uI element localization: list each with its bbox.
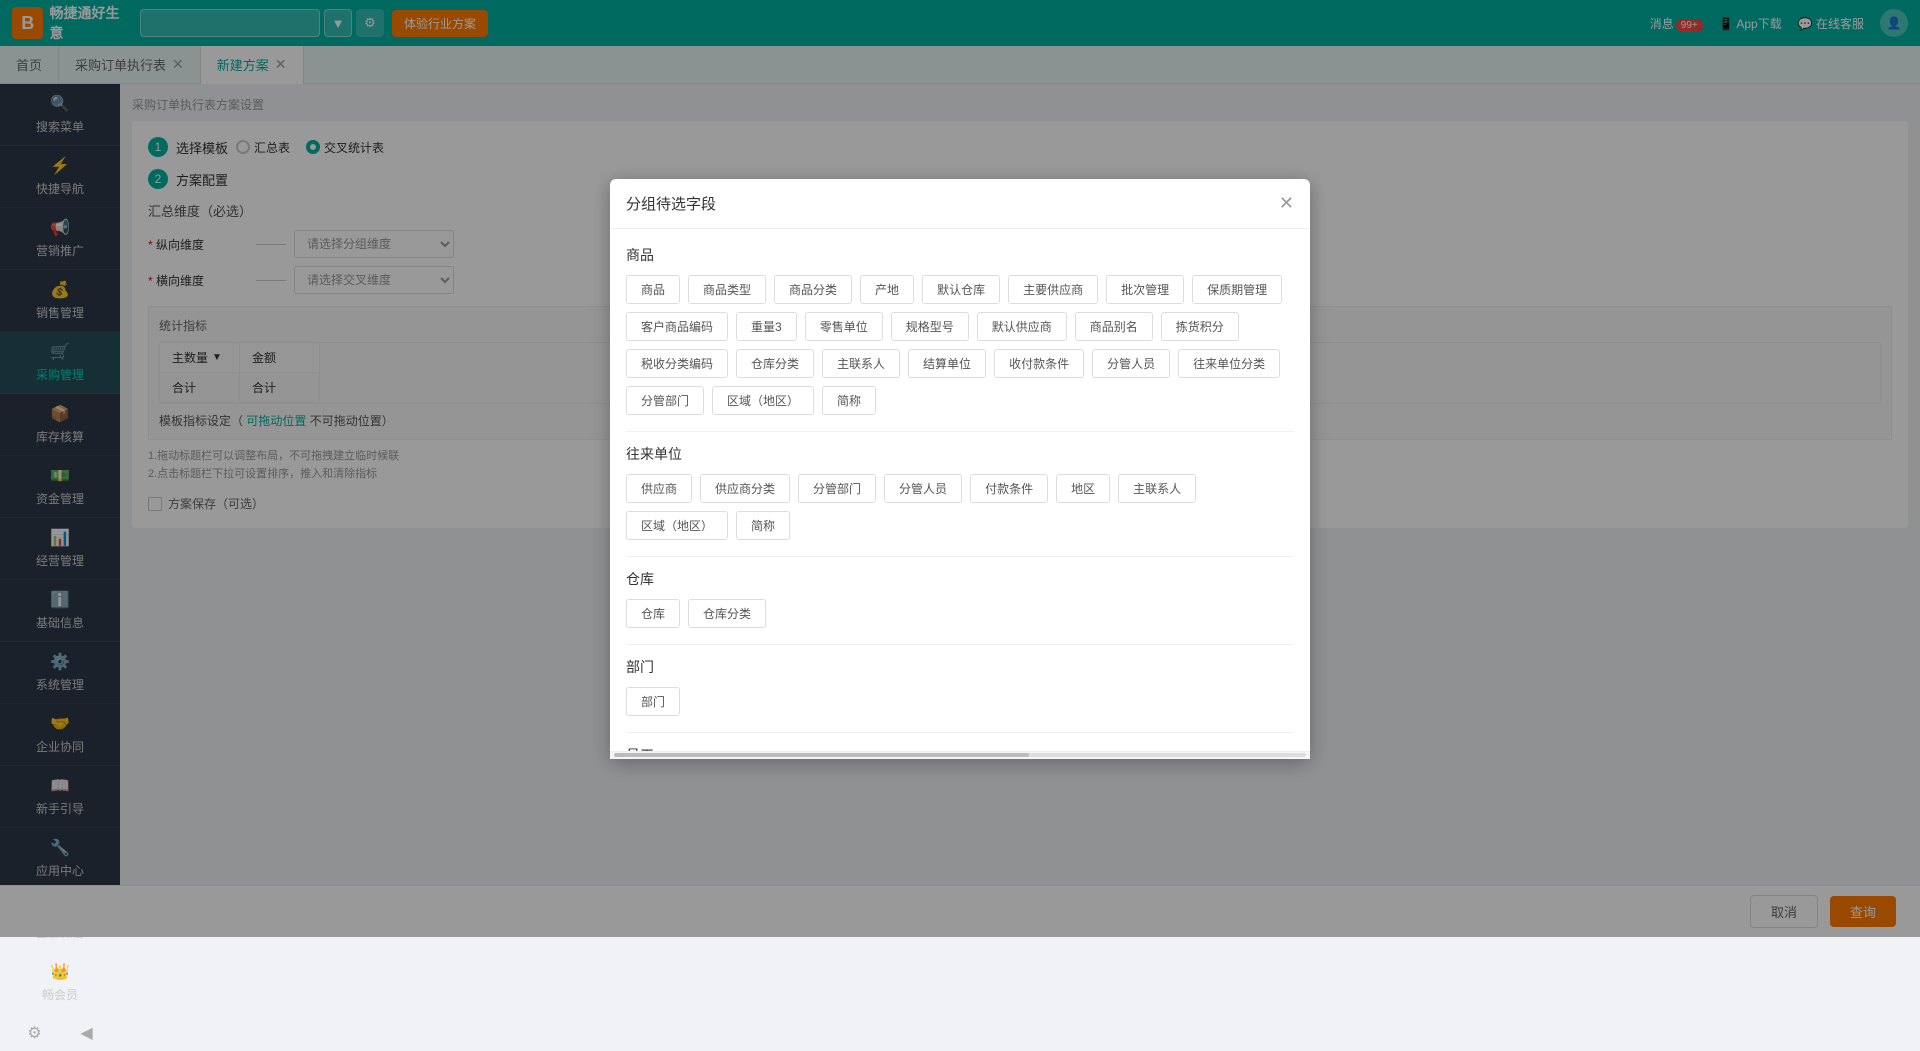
chip-warehouse-1[interactable]: 仓库分类 [688,599,766,628]
chip-counterparty-2[interactable]: 分管部门 [798,474,876,503]
member-icon: 👑 [50,962,70,982]
chip-counterparty-6[interactable]: 主联系人 [1118,474,1196,503]
chip-goods-17[interactable]: 主联系人 [822,349,900,378]
divider-2 [626,556,1294,557]
chip-goods-22[interactable]: 分管部门 [626,386,704,415]
chip-counterparty-8[interactable]: 简称 [736,511,790,540]
chip-counterparty-0[interactable]: 供应商 [626,474,692,503]
modal-title: 分组待选字段 [626,193,716,214]
divider-3 [626,644,1294,645]
modal-hscroll[interactable] [610,751,1310,759]
chip-goods-19[interactable]: 收付款条件 [994,349,1084,378]
modal-close-btn[interactable]: ✕ [1279,194,1294,212]
chip-goods-12[interactable]: 默认供应商 [977,312,1067,341]
chip-goods-7[interactable]: 保质期管理 [1192,275,1282,304]
chip-goods-3[interactable]: 产地 [860,275,914,304]
modal-overlay[interactable]: 分组待选字段 ✕ 商品 商品 商品类型 商品分类 产地 默认仓库 主要供应商 批… [0,0,1920,937]
field-chips-dept: 部门 [626,687,1294,716]
sidebar-collapse-btn[interactable]: ◀ [80,1023,92,1043]
field-chips-goods: 商品 商品类型 商品分类 产地 默认仓库 主要供应商 批次管理 保质期管理 客户… [626,275,1294,415]
sidebar-item-member[interactable]: 👑 畅会员 [0,952,120,1014]
chip-goods-1[interactable]: 商品类型 [688,275,766,304]
field-group-dept-title: 部门 [626,657,1294,677]
chip-dept-0[interactable]: 部门 [626,687,680,716]
modal-header: 分组待选字段 ✕ [610,179,1310,229]
chip-goods-10[interactable]: 零售单位 [805,312,883,341]
chip-goods-18[interactable]: 结算单位 [908,349,986,378]
chip-goods-20[interactable]: 分管人员 [1092,349,1170,378]
modal: 分组待选字段 ✕ 商品 商品 商品类型 商品分类 产地 默认仓库 主要供应商 批… [610,179,1310,759]
field-group-warehouse: 仓库 仓库 仓库分类 [626,569,1294,628]
modal-hscroll-track [614,753,1306,757]
chip-goods-23[interactable]: 区域（地区） [712,386,814,415]
chip-goods-13[interactable]: 商品别名 [1075,312,1153,341]
divider-4 [626,732,1294,733]
field-group-goods-title: 商品 [626,245,1294,265]
chip-goods-24[interactable]: 简称 [822,386,876,415]
field-chips-counterparty: 供应商 供应商分类 分管部门 分管人员 付款条件 地区 主联系人 区域（地区） … [626,474,1294,540]
sidebar-item-member-label: 畅会员 [42,986,78,1003]
field-group-warehouse-title: 仓库 [626,569,1294,589]
chip-goods-5[interactable]: 主要供应商 [1008,275,1098,304]
field-group-goods: 商品 商品 商品类型 商品分类 产地 默认仓库 主要供应商 批次管理 保质期管理… [626,245,1294,415]
chip-warehouse-0[interactable]: 仓库 [626,599,680,628]
chip-goods-11[interactable]: 规格型号 [891,312,969,341]
chip-goods-2[interactable]: 商品分类 [774,275,852,304]
chip-goods-16[interactable]: 仓库分类 [736,349,814,378]
chip-counterparty-1[interactable]: 供应商分类 [700,474,790,503]
chip-counterparty-7[interactable]: 区域（地区） [626,511,728,540]
chip-goods-8[interactable]: 客户商品编码 [626,312,728,341]
chip-goods-6[interactable]: 批次管理 [1106,275,1184,304]
divider-1 [626,431,1294,432]
chip-goods-9[interactable]: 重量3 [736,312,797,341]
field-chips-warehouse: 仓库 仓库分类 [626,599,1294,628]
chip-goods-4[interactable]: 默认仓库 [922,275,1000,304]
chip-goods-21[interactable]: 往来单位分类 [1178,349,1280,378]
modal-body: 商品 商品 商品类型 商品分类 产地 默认仓库 主要供应商 批次管理 保质期管理… [610,229,1310,751]
chip-goods-15[interactable]: 税收分类编码 [626,349,728,378]
chip-goods-0[interactable]: 商品 [626,275,680,304]
field-group-dept: 部门 部门 [626,657,1294,716]
modal-hscroll-thumb [614,753,1029,757]
chip-counterparty-4[interactable]: 付款条件 [970,474,1048,503]
chip-counterparty-5[interactable]: 地区 [1056,474,1110,503]
field-group-counterparty-title: 往来单位 [626,444,1294,464]
chip-goods-14[interactable]: 拣货积分 [1161,312,1239,341]
sidebar-bottom: ⚙ ◀ [0,1014,120,1051]
chip-counterparty-3[interactable]: 分管人员 [884,474,962,503]
field-group-counterparty: 往来单位 供应商 供应商分类 分管部门 分管人员 付款条件 地区 主联系人 区域… [626,444,1294,540]
sidebar-settings-btn[interactable]: ⚙ [27,1023,41,1043]
